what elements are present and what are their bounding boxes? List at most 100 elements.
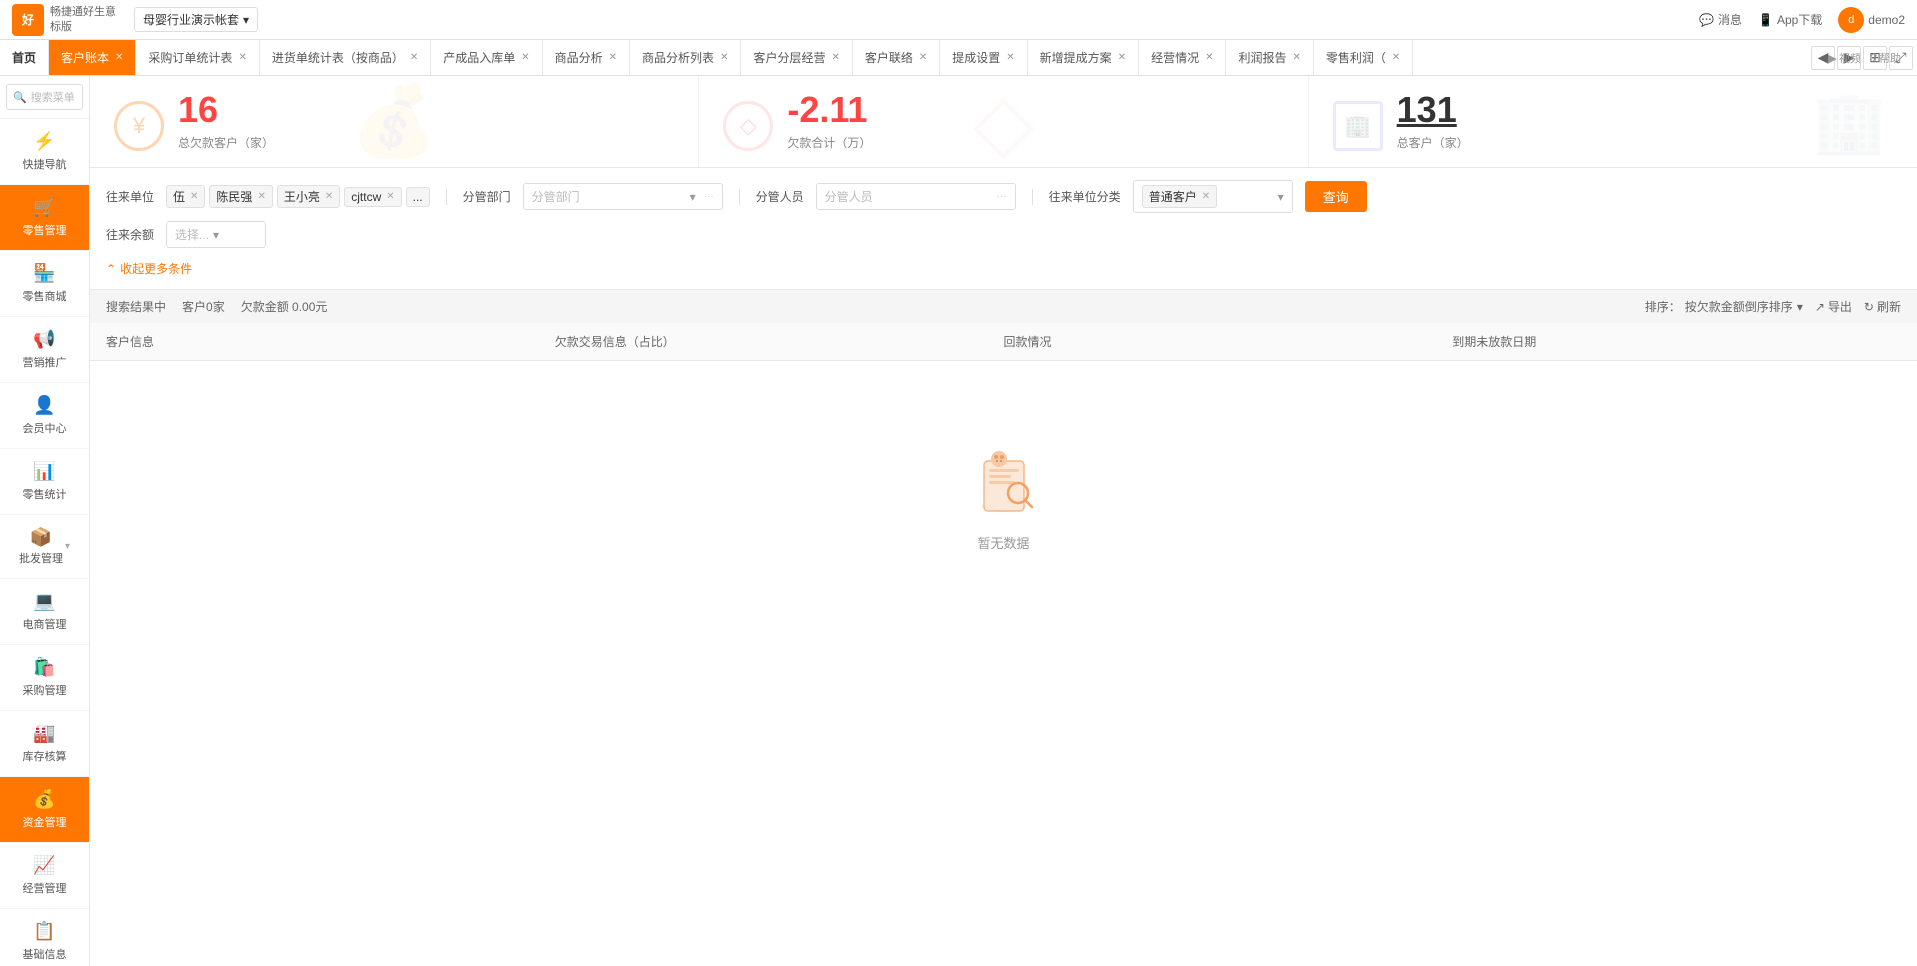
refresh-icon: ↻ (1864, 300, 1874, 314)
tab-profit[interactable]: 利润报告 ✕ (1226, 40, 1313, 75)
finance-icon: 💰 (33, 789, 55, 810)
th-customer-info: 客户信息 (106, 333, 555, 350)
remove-tag-wang[interactable]: ✕ (325, 191, 333, 202)
credit-amount-result: 欠款金额 0.00元 (241, 298, 328, 315)
credit-customers-label: 总欠款客户（家） (178, 134, 274, 151)
tab-purchase-order[interactable]: 采购订单统计表 ✕ (136, 40, 259, 75)
app-download-button[interactable]: 📱 App下载 (1758, 11, 1822, 28)
quick-nav-icon: ⚡ (33, 131, 55, 152)
logo-area: 好 畅捷通好生意 标版 (12, 4, 116, 36)
close-tab-icon[interactable]: ✕ (919, 52, 927, 63)
filter-tag-more[interactable]: ... (406, 187, 430, 207)
th-due-date: 到期未放款日期 (1452, 333, 1901, 350)
message-button[interactable]: 💬 消息 (1699, 11, 1742, 28)
sidebar-item-ecommerce[interactable]: 💻 电商管理 (0, 579, 89, 645)
filter-tag-wu: 伍 ✕ (166, 185, 205, 208)
download-icon: 📱 (1758, 13, 1773, 27)
remove-tag-cjttcw[interactable]: ✕ (386, 191, 394, 202)
credit-amount-value: -2.11 (787, 92, 871, 128)
content-area: ▶ 视频 ? 帮助 💰 ¥ 16 (90, 76, 1917, 966)
chevron-right-icon: ▾ (65, 541, 70, 552)
dept-select[interactable]: 分管部门 ▾ ··· (523, 183, 723, 210)
tab-customer-contact[interactable]: 客户联络 ✕ (853, 40, 940, 75)
filter-area: 往来单位 伍 ✕ 陈民强 ✕ 王小亮 ✕ cjttcw (90, 168, 1917, 290)
amount-select[interactable]: 选择... ▾ (166, 221, 266, 248)
close-tab-icon[interactable]: ✕ (609, 52, 617, 63)
sidebar-item-retail-stats[interactable]: 📊 零售统计 (0, 449, 89, 515)
close-tab-icon[interactable]: ✕ (521, 52, 529, 63)
remove-normal-customer[interactable]: ✕ (1202, 191, 1210, 202)
close-tab-icon[interactable]: ✕ (410, 52, 418, 63)
user-avatar-button[interactable]: d demo2 (1838, 7, 1905, 33)
logo-icon: 好 (12, 4, 44, 36)
sidebar-item-inventory[interactable]: 🏭 库存核算 (0, 711, 89, 777)
sidebar-item-member[interactable]: 👤 会员中心 (0, 383, 89, 449)
table-container: 客户信息 欠款交易信息（占比） 回款情况 到期未放款日期 (90, 323, 1917, 966)
close-tab-icon[interactable]: ✕ (1293, 52, 1301, 63)
sidebar-item-finance[interactable]: 💰 资金管理 (0, 777, 89, 843)
results-bar: 搜索结果中 客户0家 欠款金额 0.00元 排序： 按欠款金额倒序排序 ▾ ↗ … (90, 290, 1917, 323)
tab-retail-profit[interactable]: 零售利润（ ✕ (1314, 40, 1413, 75)
sidebar-item-retail-mall[interactable]: 🏪 零售商城 (0, 251, 89, 317)
tab-home[interactable]: 首页 (0, 40, 49, 75)
purchase-icon: 🛍️ (33, 657, 55, 678)
total-customers-label: 总客户（家） (1397, 134, 1469, 151)
collapse-button[interactable]: ⌃ 收起更多条件 (106, 260, 1901, 277)
close-tab-icon[interactable]: ✕ (1006, 52, 1014, 63)
total-customers-value: 131 (1397, 92, 1469, 128)
sidebar-item-retail-mgmt[interactable]: 🛒 零售管理 (0, 185, 89, 251)
retail-mall-icon: 🏪 (33, 263, 55, 284)
close-tab-icon[interactable]: ✕ (1118, 52, 1126, 63)
sidebar-item-purchase[interactable]: 🛍️ 采购管理 (0, 645, 89, 711)
refresh-button[interactable]: ↻ 刷新 (1864, 298, 1901, 315)
more-options-icon[interactable]: ··· (704, 191, 714, 202)
filter-tag-normal-customer: 普通客户 ✕ (1142, 185, 1217, 208)
tab-product-analysis[interactable]: 商品分析 ✕ (543, 40, 630, 75)
remove-tag-chen[interactable]: ✕ (257, 191, 265, 202)
message-icon: 💬 (1699, 13, 1714, 27)
sidebar-item-wholesale[interactable]: 📦 批发管理 ▾ (0, 515, 89, 579)
search-result-label: 搜索结果中 (106, 298, 166, 315)
unit-type-tags: 普通客户 ✕ (1142, 185, 1274, 208)
tab-new-achievement[interactable]: 新增提成方案 ✕ (1028, 40, 1139, 75)
person-more-icon[interactable]: ··· (997, 191, 1007, 202)
remove-tag-wu[interactable]: ✕ (190, 191, 198, 202)
query-button[interactable]: 查询 (1305, 181, 1367, 212)
export-button[interactable]: ↗ 导出 (1815, 298, 1852, 315)
credit-amount-label: 欠款合计（万） (787, 134, 871, 151)
stats-bar: ▶ 视频 ? 帮助 💰 ¥ 16 (90, 76, 1917, 168)
sidebar-item-basic-info[interactable]: 📋 基础信息 (0, 909, 89, 966)
close-tab-icon[interactable]: ✕ (115, 52, 123, 63)
logo-text: 畅捷通好生意 标版 (50, 5, 116, 34)
tab-product-list[interactable]: 商品分析列表 ✕ (630, 40, 741, 75)
operation-icon: 📈 (33, 855, 55, 876)
basic-info-icon: 📋 (33, 921, 55, 942)
collapse-area: ⌃ 收起更多条件 (106, 256, 1901, 277)
tab-business[interactable]: 经营情况 ✕ (1139, 40, 1226, 75)
retail-stats-icon: 📊 (33, 461, 55, 482)
sidebar-item-operation[interactable]: 📈 经营管理 (0, 843, 89, 909)
sidebar-search-area: 🔍 搜索菜单 (0, 76, 89, 119)
sort-selector[interactable]: 排序： 按欠款金额倒序排序 ▾ (1645, 298, 1803, 315)
tab-stock-in[interactable]: 进货单统计表（按商品） ✕ (260, 40, 431, 75)
close-tab-icon[interactable]: ✕ (831, 52, 839, 63)
close-tab-icon[interactable]: ✕ (238, 52, 246, 63)
sidebar-search-box[interactable]: 🔍 搜索菜单 (6, 84, 83, 110)
store-selector[interactable]: 母婴行业演示帐套 ▾ (134, 7, 258, 32)
filter-row-2: 往来余额 选择... ▾ (106, 221, 1901, 248)
sidebar-item-marketing[interactable]: 📢 营销推广 (0, 317, 89, 383)
wholesale-icon: 📦 (30, 527, 52, 548)
close-tab-icon[interactable]: ✕ (720, 52, 728, 63)
unit-type-select[interactable]: 普通客户 ✕ ▾ (1133, 180, 1293, 213)
unit-filter-label: 往来单位 (106, 188, 154, 205)
empty-text: 暂无数据 (977, 533, 1029, 552)
close-tab-icon[interactable]: ✕ (1392, 52, 1400, 63)
person-select[interactable]: 分管人员 ··· (816, 183, 1016, 210)
sidebar-item-quick-nav[interactable]: ⚡ 快捷导航 (0, 119, 89, 185)
tab-promotion-settings[interactable]: 提成设置 ✕ (940, 40, 1027, 75)
close-tab-icon[interactable]: ✕ (1205, 52, 1213, 63)
tab-customer-book[interactable]: 客户账本 ✕ (49, 40, 136, 75)
tab-customer-segment[interactable]: 客户分层经营 ✕ (741, 40, 852, 75)
tab-cost-stock[interactable]: 产成品入库单 ✕ (431, 40, 542, 75)
export-icon: ↗ (1815, 300, 1825, 314)
